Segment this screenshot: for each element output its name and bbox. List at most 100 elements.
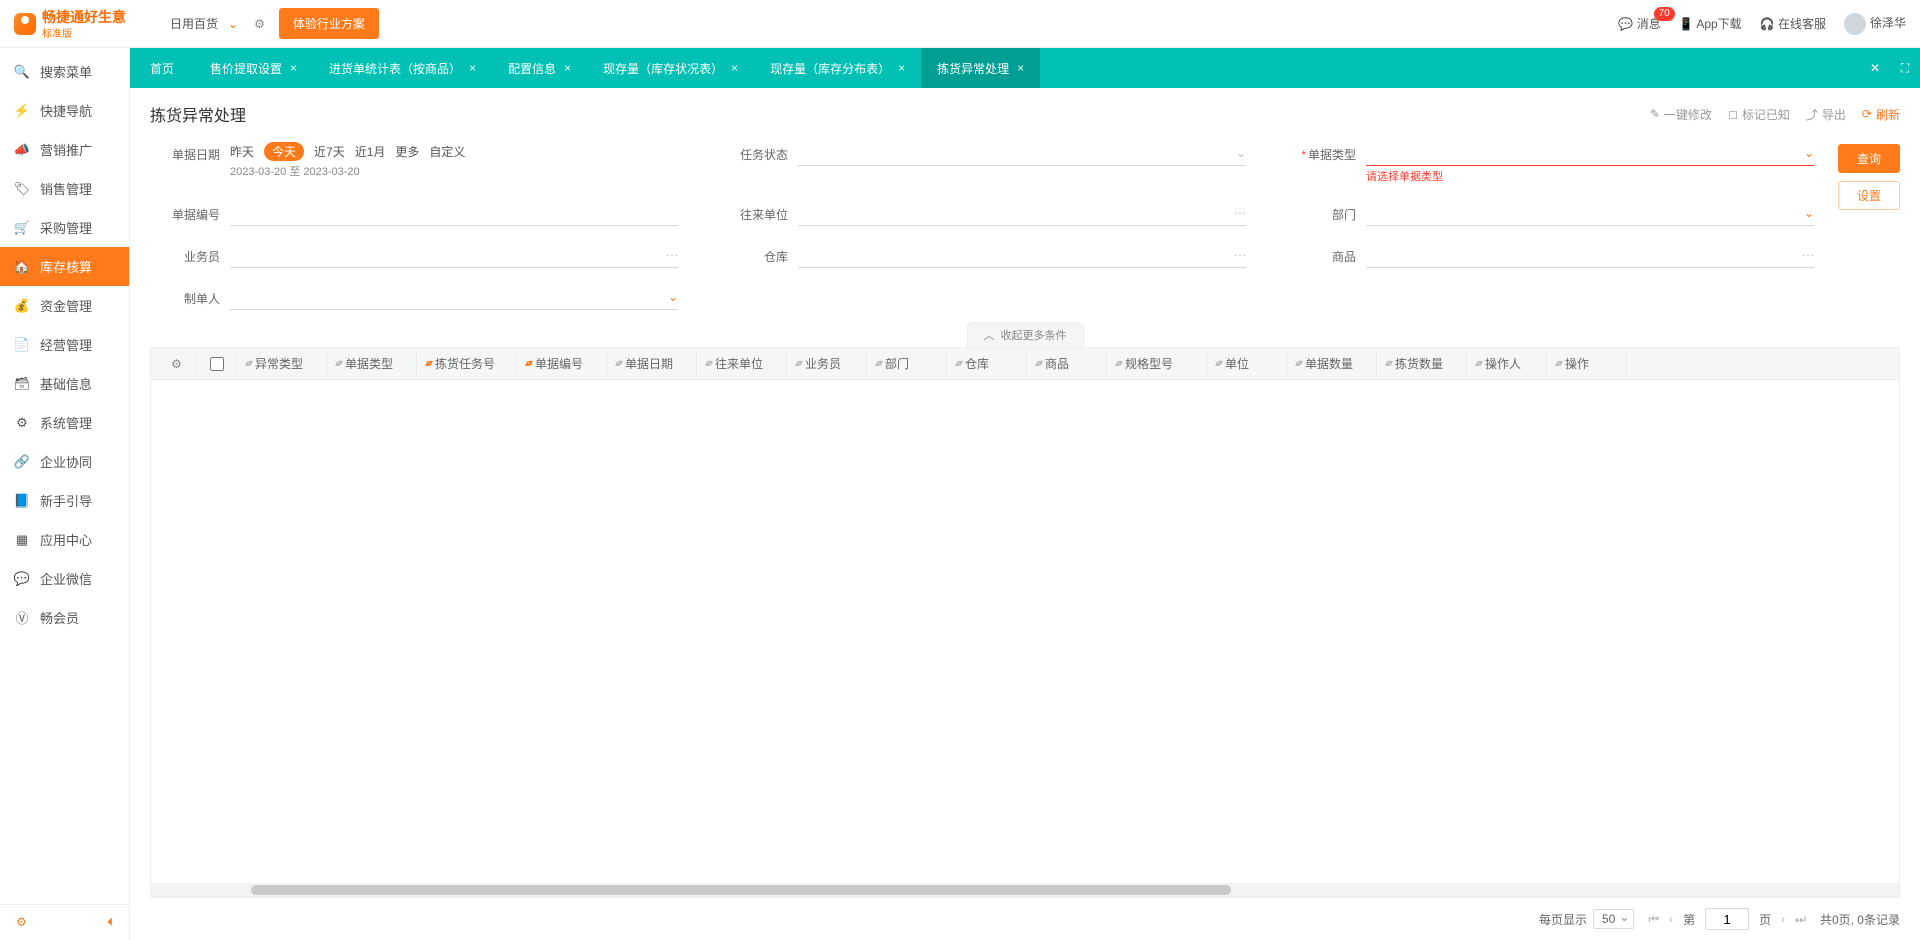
first-page-icon[interactable]: ⏮	[1648, 912, 1659, 927]
brand-name: 畅捷通好生意	[42, 7, 126, 27]
tabs: 首页售价提取设置×进货单统计表（按商品）×配置信息×现存量（库存状况表）×现存量…	[130, 48, 1920, 88]
settings-button[interactable]: 设置	[1838, 181, 1900, 210]
tab[interactable]: 售价提取设置×	[194, 48, 313, 88]
next-page-icon[interactable]: ›	[1781, 912, 1785, 926]
date-option[interactable]: 近7天	[314, 143, 345, 160]
sidebar-item-book[interactable]: 📘新手引导	[0, 481, 129, 520]
sidebar-item-gear[interactable]: ⚙系统管理	[0, 403, 129, 442]
page-number-input[interactable]	[1705, 908, 1749, 930]
refresh-button[interactable]: ⟳ 刷新	[1862, 106, 1900, 123]
tab[interactable]: 配置信息×	[492, 48, 587, 88]
date-quick-options[interactable]: 昨天今天近7天近1月更多自定义	[230, 142, 678, 161]
task-status-select[interactable]	[798, 142, 1246, 166]
close-icon[interactable]: ×	[898, 61, 905, 75]
column-header[interactable]: ▴▾往来单位	[697, 348, 787, 379]
vip-icon: Ⓥ	[14, 610, 30, 626]
msg-badge: 70	[1654, 7, 1675, 21]
close-icon[interactable]: ×	[564, 61, 571, 75]
logo-icon	[14, 13, 36, 35]
try-plan-button[interactable]: 体验行业方案	[279, 8, 379, 39]
logo: 畅捷通好生意 标准版	[14, 7, 126, 40]
column-header[interactable]: ▴▾操作	[1547, 348, 1627, 379]
tab[interactable]: 现存量（库存分布表）×	[754, 48, 921, 88]
sidebar-item-doc[interactable]: 📄经营管理	[0, 325, 129, 364]
close-icon[interactable]: ×	[1017, 61, 1024, 75]
settings-icon[interactable]: ⚙	[16, 915, 27, 930]
sidebar-item-db[interactable]: 🗃基础信息	[0, 364, 129, 403]
prev-page-icon[interactable]: ‹	[1669, 912, 1673, 926]
org-selector[interactable]: 日用百货 ⌄ ⚙	[170, 15, 265, 32]
messages-link[interactable]: 💬 消息70	[1618, 15, 1660, 32]
column-header[interactable]: ▴▾部门	[867, 348, 947, 379]
export-button[interactable]: ⤴ 导出	[1806, 106, 1846, 123]
column-header[interactable]: ▴▾规格型号	[1107, 348, 1207, 379]
partner-input[interactable]	[798, 202, 1246, 226]
collapse-sidebar-icon[interactable]: ⏴	[107, 915, 113, 930]
sidebar-item-link[interactable]: 🔗企业协同	[0, 442, 129, 481]
column-header[interactable]: ▴▾单据编号	[517, 348, 607, 379]
column-header[interactable]: ▴▾业务员	[787, 348, 867, 379]
filter-task-status: 任务状态 ⌄	[718, 142, 1246, 184]
tab[interactable]: 拣货异常处理×	[921, 48, 1040, 88]
collapse-filters-toggle[interactable]: ︿ 收起更多条件	[967, 322, 1084, 347]
sidebar-item-grid[interactable]: ▦应用中心	[0, 520, 129, 559]
batch-edit-button[interactable]: ✎ 一键修改	[1650, 106, 1712, 123]
tab[interactable]: 现存量（库存状况表）×	[587, 48, 754, 88]
salesman-input[interactable]	[230, 244, 678, 268]
sidebar-item-search[interactable]: 🔍搜索菜单	[0, 52, 129, 91]
mark-read-button[interactable]: ◻ 标记已知	[1728, 106, 1790, 123]
doc-no-input[interactable]	[230, 202, 678, 226]
close-icon[interactable]: ×	[731, 61, 738, 75]
filter-doc-type: *单据类型 ⌄ 请选择单据类型	[1286, 142, 1814, 184]
tab[interactable]: 进货单统计表（按商品）×	[313, 48, 492, 88]
sidebar-item-cart[interactable]: 🛒采购管理	[0, 208, 129, 247]
sidebar-item-flash[interactable]: ⚡快捷导航	[0, 91, 129, 130]
sidebar-item-coin[interactable]: 💰资金管理	[0, 286, 129, 325]
close-icon[interactable]: ×	[469, 61, 476, 75]
creator-select[interactable]	[230, 286, 678, 310]
tab-close-button[interactable]: ✕	[1860, 48, 1890, 88]
column-header[interactable]: ▴▾单位	[1207, 348, 1287, 379]
column-header[interactable]: ▴▾商品	[1027, 348, 1107, 379]
sidebar-item-megaphone[interactable]: 📣营销推广	[0, 130, 129, 169]
more-icon[interactable]: ⋯	[1802, 248, 1814, 262]
query-button[interactable]: 查询	[1838, 144, 1900, 173]
doc-type-select[interactable]	[1366, 142, 1814, 166]
column-header[interactable]: ▴▾异常类型	[237, 348, 327, 379]
tab[interactable]: 首页	[130, 48, 194, 88]
date-option[interactable]: 近1月	[355, 143, 386, 160]
app-download-link[interactable]: 📱 App下载	[1679, 15, 1742, 32]
gear-icon[interactable]: ⚙	[254, 17, 265, 31]
dept-select[interactable]	[1366, 202, 1814, 226]
horizontal-scrollbar[interactable]	[151, 883, 1899, 897]
column-header[interactable]: ▴▾拣货数量	[1377, 348, 1467, 379]
sidebar-item-wechat[interactable]: 💬企业微信	[0, 559, 129, 598]
page-size-select[interactable]: 50	[1593, 909, 1634, 929]
column-header[interactable]: ▴▾单据数量	[1287, 348, 1377, 379]
column-header[interactable]: ▴▾仓库	[947, 348, 1027, 379]
date-option[interactable]: 自定义	[429, 143, 465, 160]
date-option[interactable]: 昨天	[230, 143, 254, 160]
select-all-checkbox[interactable]	[197, 348, 237, 379]
chevron-down-icon: ⌄	[228, 17, 238, 31]
more-icon[interactable]: ⋯	[666, 248, 678, 262]
user-menu[interactable]: 徐泽华	[1844, 13, 1906, 35]
more-icon[interactable]: ⋯	[1234, 206, 1246, 220]
column-header[interactable]: ▴▾单据日期	[607, 348, 697, 379]
sidebar-item-home[interactable]: 🏠库存核算	[0, 247, 129, 286]
tab-expand-button[interactable]: ⛶	[1890, 48, 1920, 88]
close-icon[interactable]: ×	[290, 61, 297, 75]
date-option[interactable]: 更多	[395, 143, 419, 160]
table-settings-icon[interactable]: ⚙	[157, 348, 197, 379]
warehouse-input[interactable]	[798, 244, 1246, 268]
support-link[interactable]: 🎧 在线客服	[1760, 15, 1826, 32]
column-header[interactable]: ▴▾操作人	[1467, 348, 1547, 379]
sidebar-item-vip[interactable]: Ⓥ畅会员	[0, 598, 129, 637]
more-icon[interactable]: ⋯	[1234, 248, 1246, 262]
product-input[interactable]	[1366, 244, 1814, 268]
date-option[interactable]: 今天	[264, 142, 304, 161]
sidebar-item-tag[interactable]: 🏷销售管理	[0, 169, 129, 208]
column-header[interactable]: ▴▾拣货任务号	[417, 348, 517, 379]
last-page-icon[interactable]: ⏭	[1795, 912, 1806, 927]
column-header[interactable]: ▴▾单据类型	[327, 348, 417, 379]
